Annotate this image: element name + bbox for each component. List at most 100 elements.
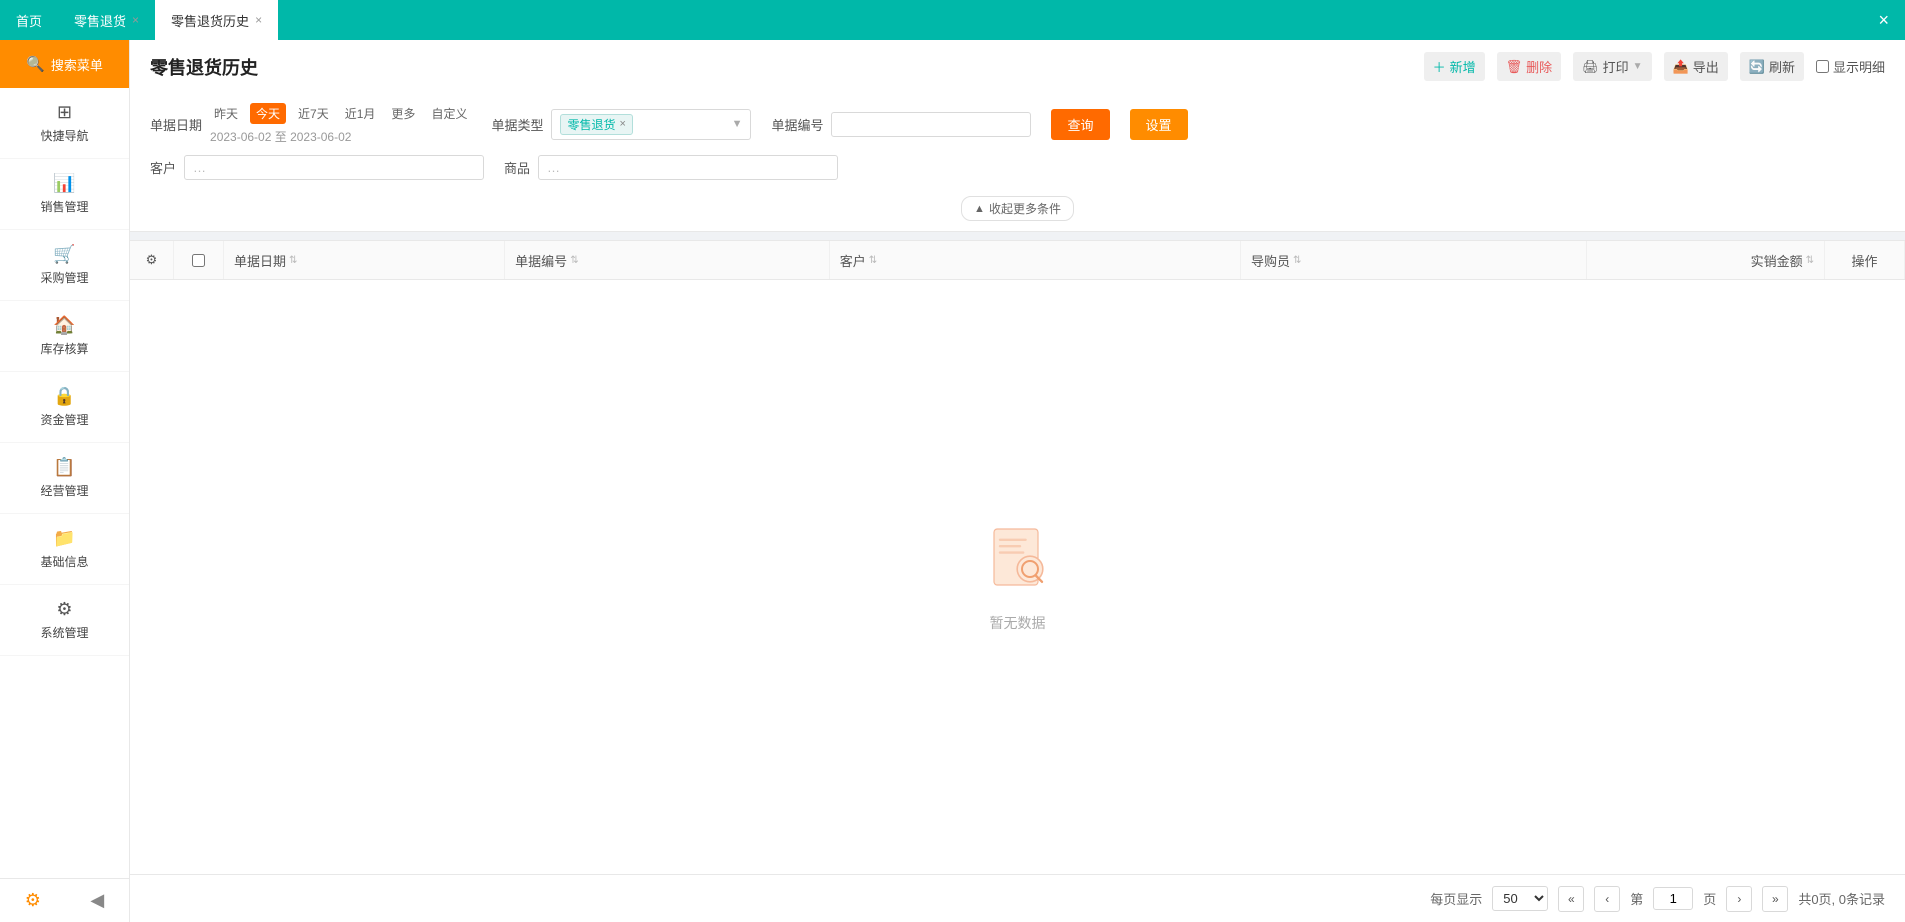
date-more[interactable]: 更多 (387, 103, 419, 124)
empty-illustration (978, 521, 1058, 601)
page-size-select[interactable]: 10 20 50 100 (1492, 886, 1548, 911)
sidebar-item-operation[interactable]: 📋 经营管理 (0, 443, 129, 514)
date-range-text: 2023-06-02 至 2023-06-02 (210, 128, 471, 145)
page-number-input[interactable] (1653, 887, 1693, 910)
goods-filter-input[interactable]: … (538, 155, 838, 180)
sidebar-item-sales[interactable]: 📊 销售管理 (0, 159, 129, 230)
empty-state: 暂无数据 (978, 521, 1058, 633)
plus-icon: ＋ (1433, 57, 1446, 76)
sidebar-bottom: ⚙ ◀ (0, 878, 129, 922)
collapse-sidebar-icon[interactable]: ◀ (90, 890, 104, 911)
table-header: ⚙ 单据日期 ⇅ 单据编号 ⇅ 客户 ⇅ 导购员 (130, 240, 1905, 280)
th-customer-label: 客户 (840, 251, 866, 270)
refresh-button[interactable]: 🔄 刷新 (1740, 52, 1804, 81)
query-button[interactable]: 查询 (1051, 109, 1109, 140)
first-page-button[interactable]: « (1558, 886, 1584, 912)
docnum-filter-input[interactable] (831, 112, 1031, 137)
prev-page-button[interactable]: ‹ (1594, 886, 1620, 912)
gear-icon: ⚙ (146, 252, 158, 268)
export-button[interactable]: 📤 导出 (1664, 52, 1728, 81)
select-all-checkbox[interactable] (192, 254, 205, 267)
toolbar-actions: ＋ 新增 🗑 删除 🖨 打印 ▼ 📤 导出 (1424, 52, 1885, 81)
settings-gear-icon[interactable]: ⚙ (25, 890, 41, 911)
customer-filter-group: 客户 … (150, 155, 484, 180)
goods-filter-group: 商品 … (504, 155, 838, 180)
th-number-label: 单据编号 (515, 251, 567, 270)
th-action-label: 操作 (1851, 251, 1877, 270)
sidebar-item-quick-nav[interactable]: ⊞ 快捷导航 (0, 88, 129, 159)
type-filter-label: 单据类型 (491, 115, 543, 134)
sidebar-item-purchase[interactable]: 🛒 采购管理 (0, 230, 129, 301)
tab-return[interactable]: 零售退货 × (58, 0, 155, 40)
th-date[interactable]: 单据日期 ⇅ (224, 241, 505, 279)
type-filter-select[interactable]: 零售退货 × ▼ (551, 109, 751, 140)
sidebar-item-label: 销售管理 (40, 198, 88, 215)
docnum-filter-label: 单据编号 (771, 115, 823, 134)
date-custom[interactable]: 自定义 (427, 103, 471, 124)
tab-return-history[interactable]: 零售退货历史 × (155, 0, 278, 40)
last-page-button[interactable]: » (1762, 886, 1788, 912)
tab-return-history-close[interactable]: × (255, 13, 262, 27)
operation-icon: 📋 (53, 457, 75, 478)
tab-return-close[interactable]: × (132, 13, 139, 27)
purchase-icon: 🛒 (53, 244, 75, 265)
type-tag-close[interactable]: × (619, 118, 625, 130)
empty-text: 暂无数据 (990, 613, 1046, 633)
delete-button[interactable]: 🗑 删除 (1497, 52, 1562, 81)
inventory-icon: 🏠 (53, 315, 75, 336)
delete-button-label: 删除 (1526, 57, 1552, 76)
date-today[interactable]: 今天 (250, 103, 286, 124)
sort-guide-icon: ⇅ (1293, 255, 1301, 266)
th-settings[interactable]: ⚙ (130, 241, 174, 279)
date-7days[interactable]: 近7天 (294, 103, 333, 124)
finance-icon: 🔒 (53, 386, 75, 407)
th-number[interactable]: 单据编号 ⇅ (505, 241, 830, 279)
top-bar: 零售退货历史 首页 零售退货 × 零售退货历史 × × (0, 0, 1905, 40)
sort-number-icon: ⇅ (570, 255, 578, 266)
th-customer[interactable]: 客户 ⇅ (830, 241, 1241, 279)
sales-icon: 📊 (53, 173, 75, 194)
sidebar-item-basic[interactable]: 📁 基础信息 (0, 514, 129, 585)
th-checkbox[interactable] (174, 241, 224, 279)
type-filter-group: 单据类型 零售退货 × ▼ (491, 109, 751, 140)
window-close-button[interactable]: × (1862, 0, 1905, 40)
tab-home[interactable]: 零售退货历史 首页 (0, 0, 58, 40)
sidebar-item-label: 资金管理 (40, 411, 88, 428)
th-amount[interactable]: 实销金额 ⇅ (1587, 241, 1825, 279)
date-shortcuts: 昨天 今天 近7天 近1月 更多 自定义 (210, 103, 471, 124)
sidebar-item-label: 采购管理 (40, 269, 88, 286)
type-tag: 零售退货 × (560, 114, 632, 135)
print-icon: 🖨 (1582, 59, 1599, 75)
sidebar-item-inventory[interactable]: 🏠 库存核算 (0, 301, 129, 372)
th-action: 操作 (1825, 241, 1905, 279)
page-title: 零售退货历史 (150, 54, 258, 80)
sidebar-search[interactable]: 🔍 搜索菜单 (0, 40, 129, 88)
print-button[interactable]: 🖨 打印 ▼ (1573, 52, 1651, 81)
page-unit-label: 页 (1703, 889, 1716, 908)
print-button-label: 打印 (1603, 57, 1629, 76)
date-yesterday[interactable]: 昨天 (210, 103, 242, 124)
th-guide[interactable]: 导购员 ⇅ (1241, 241, 1587, 279)
search-icon: 🔍 (26, 55, 45, 73)
table-container: ⚙ 单据日期 ⇅ 单据编号 ⇅ 客户 ⇅ 导购员 (130, 240, 1905, 874)
collapse-button[interactable]: ▲ 收起更多条件 (961, 196, 1074, 221)
sidebar-item-system[interactable]: ⚙ 系统管理 (0, 585, 129, 656)
collapse-row: ▲ 收起更多条件 (150, 190, 1885, 231)
sidebar-item-label: 基础信息 (40, 553, 88, 570)
next-page-button[interactable]: › (1726, 886, 1752, 912)
th-amount-label: 实销金额 (1751, 251, 1803, 270)
show-detail-checkbox-label[interactable]: 显示明细 (1816, 57, 1885, 76)
customer-filter-input[interactable]: … (184, 155, 484, 180)
th-guide-label: 导购员 (1251, 251, 1290, 270)
content-area: 零售退货历史 ＋ 新增 🗑 删除 🖨 打印 ▼ (130, 40, 1905, 922)
export-icon: 📤 (1673, 59, 1689, 75)
page-label: 第 (1630, 889, 1643, 908)
date-1month[interactable]: 近1月 (341, 103, 380, 124)
refresh-button-label: 刷新 (1769, 57, 1795, 76)
new-button[interactable]: ＋ 新增 (1424, 52, 1485, 81)
settings-button[interactable]: 设置 (1130, 109, 1188, 140)
sidebar-item-finance[interactable]: 🔒 资金管理 (0, 372, 129, 443)
show-detail-label: 显示明细 (1833, 57, 1885, 76)
collapse-button-label: 收起更多条件 (989, 200, 1061, 217)
show-detail-checkbox[interactable] (1816, 60, 1829, 73)
